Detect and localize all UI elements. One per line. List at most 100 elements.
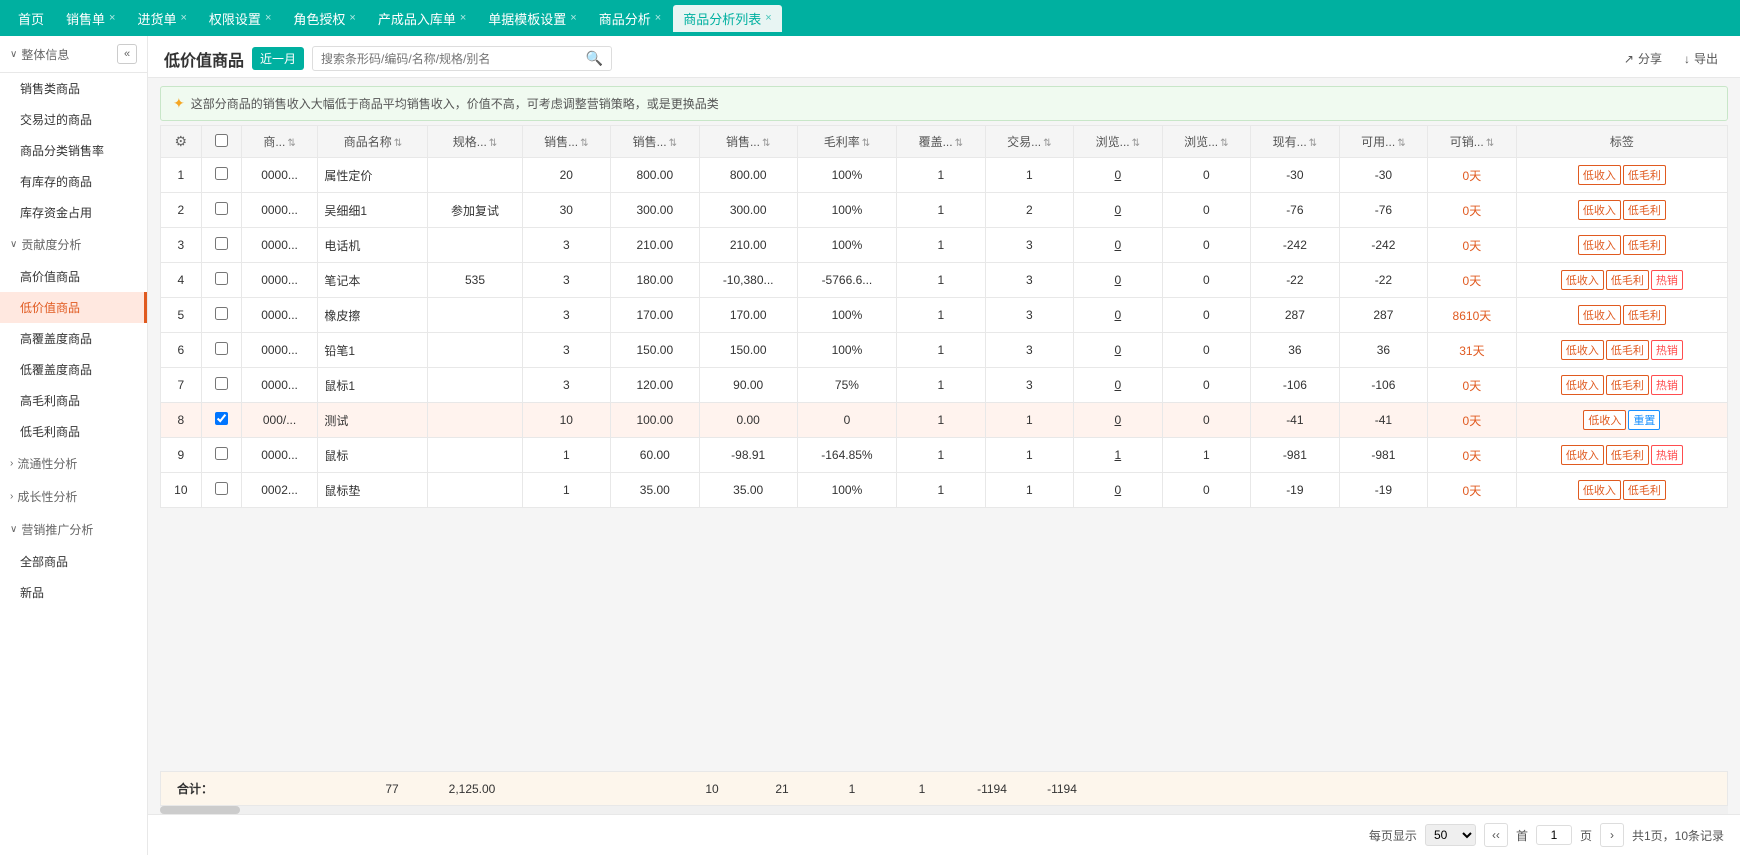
sidebar-item-high-margin[interactable]: 高毛利商品 — [0, 385, 147, 416]
sidebar-item-low-margin[interactable]: 低毛利商品 — [0, 416, 147, 447]
column-gear[interactable]: ⚙ — [161, 126, 202, 158]
column-name[interactable]: 商品名称⇅ — [318, 126, 428, 158]
nav-tab-sales[interactable]: 销售单 × — [56, 5, 125, 32]
next-page-button[interactable]: › — [1600, 823, 1624, 847]
close-icon[interactable]: × — [570, 12, 576, 24]
row-select-checkbox[interactable] — [215, 202, 228, 215]
page-number-input[interactable] — [1536, 825, 1572, 845]
view1-link[interactable]: 0 — [1114, 168, 1121, 182]
nav-tab-role[interactable]: 角色授权 × — [283, 5, 365, 32]
close-icon[interactable]: × — [765, 12, 771, 24]
column-sale-qty[interactable]: 销售...⇅ — [522, 126, 611, 158]
column-stock[interactable]: 现有...⇅ — [1251, 126, 1340, 158]
close-icon[interactable]: × — [180, 12, 186, 24]
first-page-button[interactable]: ‹‹ — [1484, 823, 1508, 847]
gear-icon[interactable]: ⚙ — [175, 133, 188, 149]
sidebar-item-low-coverage[interactable]: 低覆盖度商品 — [0, 354, 147, 385]
sidebar-item-new-products[interactable]: 新品 — [0, 577, 147, 608]
sidebar-section-flow[interactable]: › 流通性分析 — [0, 447, 147, 480]
column-coverage[interactable]: 覆盖...⇅ — [897, 126, 986, 158]
row-select-checkbox[interactable] — [215, 482, 228, 495]
row-checkbox[interactable] — [201, 438, 241, 473]
share-button[interactable]: ↗ 分享 — [1618, 47, 1668, 70]
column-code[interactable]: 商...⇅ — [241, 126, 318, 158]
close-icon[interactable]: × — [109, 12, 115, 24]
close-icon[interactable]: × — [349, 12, 355, 24]
row-select-checkbox[interactable] — [215, 307, 228, 320]
row-view1[interactable]: 0 — [1074, 193, 1163, 228]
column-spec[interactable]: 规格...⇅ — [428, 126, 522, 158]
nav-tab-analysis-list[interactable]: 商品分析列表 × — [673, 5, 781, 32]
row-view1[interactable]: 0 — [1074, 158, 1163, 193]
sidebar-item-all-products[interactable]: 全部商品 — [0, 546, 147, 577]
view1-link[interactable]: 1 — [1114, 448, 1121, 462]
row-view1[interactable]: 0 — [1074, 228, 1163, 263]
nav-tab-purchase[interactable]: 进货单 × — [127, 5, 196, 32]
row-view1[interactable]: 0 — [1074, 298, 1163, 333]
row-checkbox[interactable] — [201, 403, 241, 438]
nav-tab-product-inbound[interactable]: 产成品入库单 × — [368, 5, 476, 32]
per-page-select[interactable]: 50 100 200 — [1425, 824, 1476, 846]
sidebar-collapse-button[interactable]: « — [117, 44, 137, 64]
row-select-checkbox[interactable] — [215, 342, 228, 355]
row-view1[interactable]: 0 — [1074, 263, 1163, 298]
row-select-checkbox[interactable] — [215, 237, 228, 250]
column-trade[interactable]: 交易...⇅ — [985, 126, 1074, 158]
sidebar-item-high-value[interactable]: 高价值商品 — [0, 261, 147, 292]
row-checkbox[interactable] — [201, 333, 241, 368]
row-view1[interactable]: 0 — [1074, 403, 1163, 438]
sidebar-item-traded-products[interactable]: 交易过的商品 — [0, 104, 147, 135]
close-icon[interactable]: × — [460, 12, 466, 24]
sidebar-section-growth[interactable]: › 成长性分析 — [0, 480, 147, 513]
sidebar-item-high-coverage[interactable]: 高覆盖度商品 — [0, 323, 147, 354]
view1-link[interactable]: 0 — [1114, 378, 1121, 392]
export-button[interactable]: ↓ 导出 — [1678, 47, 1724, 70]
column-checkbox[interactable] — [201, 126, 241, 158]
row-checkbox[interactable] — [201, 473, 241, 508]
sidebar-section-marketing[interactable]: ∨ 营销推广分析 — [0, 513, 147, 546]
column-available[interactable]: 可用...⇅ — [1339, 126, 1428, 158]
view1-link[interactable]: 0 — [1114, 308, 1121, 322]
column-sellable[interactable]: 可销...⇅ — [1428, 126, 1517, 158]
sidebar-item-category-sales-rate[interactable]: 商品分类销售率 — [0, 135, 147, 166]
column-sale-amt[interactable]: 销售...⇅ — [611, 126, 700, 158]
select-all-checkbox[interactable] — [215, 134, 228, 147]
scrollbar-thumb[interactable] — [160, 806, 240, 814]
close-icon[interactable]: × — [265, 12, 271, 24]
row-view1[interactable]: 1 — [1074, 438, 1163, 473]
view1-link[interactable]: 0 — [1114, 273, 1121, 287]
row-checkbox[interactable] — [201, 368, 241, 403]
sidebar-item-sales-products[interactable]: 销售类商品 — [0, 73, 147, 104]
row-checkbox[interactable] — [201, 193, 241, 228]
view1-link[interactable]: 0 — [1114, 343, 1121, 357]
row-view1[interactable]: 0 — [1074, 473, 1163, 508]
close-icon[interactable]: × — [655, 12, 661, 24]
search-icon[interactable]: 🔍 — [586, 50, 603, 67]
row-select-checkbox[interactable] — [215, 412, 228, 425]
horizontal-scrollbar[interactable] — [160, 806, 1728, 814]
row-select-checkbox[interactable] — [215, 447, 228, 460]
view1-link[interactable]: 0 — [1114, 238, 1121, 252]
view1-link[interactable]: 0 — [1114, 203, 1121, 217]
sidebar-item-low-value[interactable]: 低价值商品 — [0, 292, 147, 323]
search-input[interactable] — [321, 52, 586, 66]
row-checkbox[interactable] — [201, 263, 241, 298]
sidebar-item-stocked-products[interactable]: 有库存的商品 — [0, 166, 147, 197]
row-select-checkbox[interactable] — [215, 377, 228, 390]
row-checkbox[interactable] — [201, 298, 241, 333]
sidebar-section-overall[interactable]: ∨ 整体信息 — [10, 46, 69, 63]
view1-link[interactable]: 0 — [1114, 413, 1121, 427]
nav-home[interactable]: 首页 — [8, 5, 54, 32]
row-checkbox[interactable] — [201, 158, 241, 193]
period-button[interactable]: 近一月 — [252, 47, 304, 70]
row-view1[interactable]: 0 — [1074, 368, 1163, 403]
sidebar-section-contribution[interactable]: ∨ 贡献度分析 — [0, 228, 147, 261]
column-margin[interactable]: 毛利率⇅ — [797, 126, 896, 158]
sidebar-item-stock-capital[interactable]: 库存资金占用 — [0, 197, 147, 228]
row-select-checkbox[interactable] — [215, 167, 228, 180]
column-sale-profit[interactable]: 销售...⇅ — [699, 126, 797, 158]
column-view1[interactable]: 浏览...⇅ — [1074, 126, 1163, 158]
nav-tab-permission[interactable]: 权限设置 × — [199, 5, 281, 32]
row-checkbox[interactable] — [201, 228, 241, 263]
row-select-checkbox[interactable] — [215, 272, 228, 285]
